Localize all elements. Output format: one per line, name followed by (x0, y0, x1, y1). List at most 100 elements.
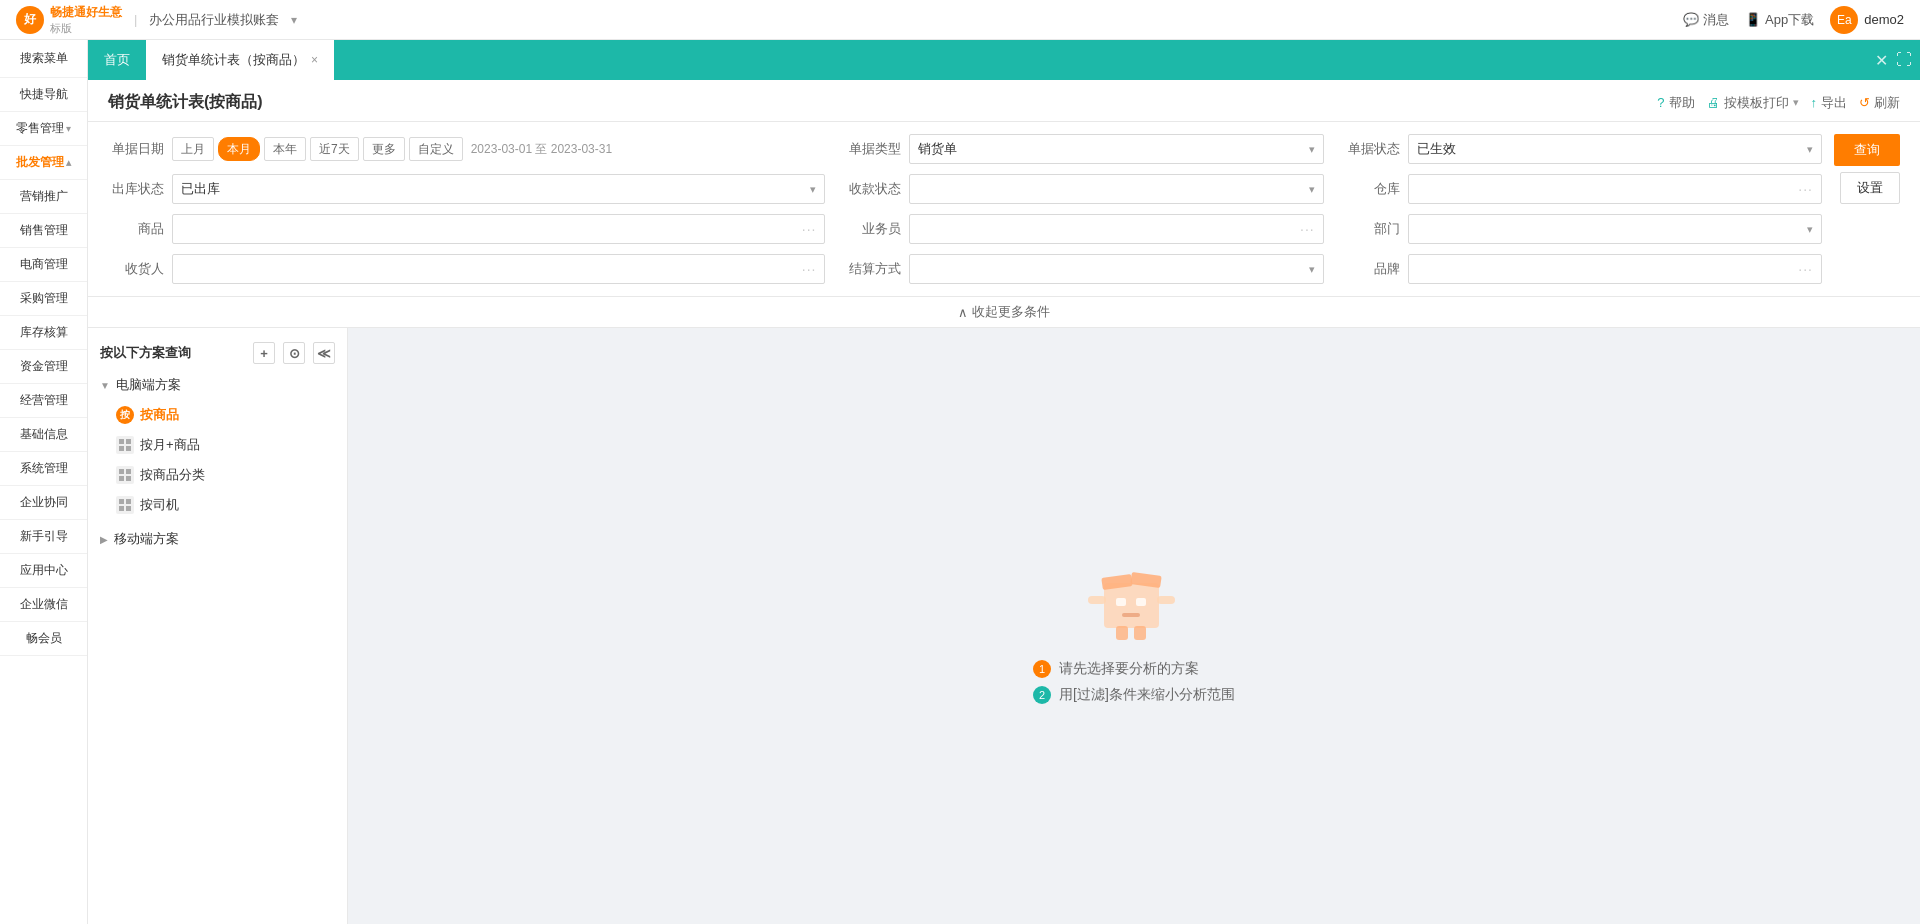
sidebar-item-inventory[interactable]: 库存核算 (0, 316, 87, 350)
setting-btn[interactable]: 设置 (1840, 172, 1900, 204)
svg-rect-21 (1134, 626, 1146, 640)
print-arrow[interactable]: ▾ (1793, 96, 1799, 109)
svg-rect-16 (1136, 598, 1146, 606)
svg-rect-20 (1116, 626, 1128, 640)
empty-hint-1: 1 请先选择要分析的方案 (1033, 660, 1235, 678)
sidebar-item-sales[interactable]: 销售管理 (0, 214, 87, 248)
group-mobile-arrow: ▶ (100, 534, 108, 545)
sidebar-item-wholesale[interactable]: 批发管理 ▴ (0, 146, 87, 180)
collapse-bar[interactable]: ∧ 收起更多条件 (88, 297, 1920, 328)
search-menu[interactable]: 搜索菜单 (0, 40, 87, 78)
sidebar-item-marketing[interactable]: 营销推广 (0, 180, 87, 214)
filter-type-select[interactable]: 销货单 ▾ (909, 134, 1323, 164)
filter-warehouse: 仓库 ··· (1344, 174, 1822, 204)
svg-rect-12 (1104, 583, 1159, 628)
filter-receiver-input[interactable]: ··· (172, 254, 825, 284)
scheme-item-by-goods[interactable]: 按 按商品 (88, 400, 347, 430)
scheme-item-by-category[interactable]: 按商品分类 (88, 460, 347, 490)
add-scheme-btn[interactable]: + (253, 342, 275, 364)
sidebar-item-newguide[interactable]: 新手引导 (0, 520, 87, 554)
svg-rect-0 (119, 439, 124, 444)
filter-outstock-select[interactable]: 已出库 ▾ (172, 174, 825, 204)
date-btn-group: 上月 本月 本年 近7天 更多 自定义 (172, 137, 463, 161)
tab-active[interactable]: 销货单统计表（按商品） × (146, 40, 334, 80)
scheme-group-desktop-header[interactable]: ▼ 电脑端方案 (88, 370, 347, 400)
left-panel-header: 按以下方案查询 + ⊙ ≪ (88, 336, 347, 370)
collapse-panel-btn[interactable]: ≪ (313, 342, 335, 364)
scheme-group-mobile: ▶ 移动端方案 (88, 524, 347, 554)
filter-row-4: 收货人 ··· 结算方式 ▾ (108, 254, 1822, 284)
date-btn-lastmonth[interactable]: 上月 (172, 137, 214, 161)
print-btn[interactable]: 🖨 按模板打印 ▾ (1707, 94, 1799, 112)
svg-rect-5 (126, 469, 131, 474)
sidebar-item-purchase[interactable]: 采购管理 (0, 282, 87, 316)
filter-dept-select[interactable]: ▾ (1408, 214, 1822, 244)
msg-btn[interactable]: 💬 消息 (1683, 11, 1729, 29)
filter-collect-select[interactable]: ▾ (909, 174, 1323, 204)
left-panel: 按以下方案查询 + ⊙ ≪ ▼ 电脑端方案 (88, 328, 348, 924)
date-btn-7days[interactable]: 近7天 (310, 137, 359, 161)
filter-salesman: 业务员 ··· (845, 214, 1323, 244)
filter-outstock: 出库状态 已出库 ▾ (108, 174, 825, 204)
sidebar-item-ecommerce[interactable]: 电商管理 (0, 248, 87, 282)
sidebar-item-retail[interactable]: 零售管理 ▾ (0, 112, 87, 146)
warehouse-dots-icon: ··· (1798, 181, 1813, 197)
top-bar: 好 畅捷通好生意 标版 | 办公用品行业模拟账套 ▾ 💬 消息 📱 App下载 … (0, 0, 1920, 40)
user-area[interactable]: Ea demo2 (1830, 6, 1904, 34)
date-btn-more[interactable]: 更多 (363, 137, 405, 161)
filters-col: 单据日期 上月 本月 本年 近7天 更多 自定义 2023-03-01 至 20… (108, 134, 1822, 284)
sidebar-item-system[interactable]: 系统管理 (0, 452, 87, 486)
left-panel-icons: + ⊙ ≪ (253, 342, 335, 364)
sidebar-item-management[interactable]: 经营管理 (0, 384, 87, 418)
tab-bar: 首页 销货单统计表（按商品） × ✕ ⛶ (88, 40, 1920, 80)
tab-close-btn[interactable]: × (311, 53, 318, 67)
svg-rect-9 (126, 499, 131, 504)
sidebar-item-collab[interactable]: 企业协同 (0, 486, 87, 520)
refresh-btn[interactable]: ↺ 刷新 (1859, 94, 1900, 112)
tab-home[interactable]: 首页 (88, 40, 146, 80)
date-btn-thismonth[interactable]: 本月 (218, 137, 260, 161)
filter-settle-select[interactable]: ▾ (909, 254, 1323, 284)
sidebar-item-basic[interactable]: 基础信息 (0, 418, 87, 452)
filter-row-2: 出库状态 已出库 ▾ 收款状态 (108, 174, 1822, 204)
sidebar-item-wxwork[interactable]: 企业微信 (0, 588, 87, 622)
app-name-arrow[interactable]: ▾ (291, 13, 297, 27)
filter-row-3: 商品 ··· 业务员 ··· (108, 214, 1822, 244)
scheme-item-by-month-goods[interactable]: 按月+商品 (88, 430, 347, 460)
export-btn[interactable]: ↑ 导出 (1811, 94, 1848, 112)
edit-scheme-btn[interactable]: ⊙ (283, 342, 305, 364)
scheme-item-by-driver[interactable]: 按司机 (88, 490, 347, 520)
filter-warehouse-input[interactable]: ··· (1408, 174, 1822, 204)
app-name: 办公用品行业模拟账套 (149, 11, 279, 29)
filter-salesman-input[interactable]: ··· (909, 214, 1323, 244)
date-btn-thisyear[interactable]: 本年 (264, 137, 306, 161)
filter-brand-input[interactable]: ··· (1408, 254, 1822, 284)
sidebar-item-appcenter[interactable]: 应用中心 (0, 554, 87, 588)
sidebar-item-finance[interactable]: 资金管理 (0, 350, 87, 384)
date-btn-custom[interactable]: 自定义 (409, 137, 463, 161)
sidebar-item-member[interactable]: 畅会员 (0, 622, 87, 656)
quick-nav[interactable]: 快捷导航 (0, 78, 87, 112)
filter-actions: 查询 设置 (1822, 134, 1900, 284)
avatar: Ea (1830, 6, 1858, 34)
tab-close-all-btn[interactable]: ✕ (1875, 51, 1888, 70)
wholesale-arrow: ▴ (66, 157, 71, 168)
scheme-group-mobile-header[interactable]: ▶ 移动端方案 (88, 524, 347, 554)
filter-status: 单据状态 已生效 ▾ (1344, 134, 1822, 164)
tab-bar-controls: ✕ ⛶ (1875, 51, 1920, 70)
scheme-goods-icon: 按 (116, 406, 134, 424)
dept-arrow-icon: ▾ (1807, 223, 1813, 236)
query-btn[interactable]: 查询 (1834, 134, 1900, 166)
receiver-dots-icon: ··· (802, 261, 817, 277)
app-download-btn[interactable]: 📱 App下载 (1745, 11, 1814, 29)
salesman-dots-icon: ··· (1300, 221, 1315, 237)
help-btn[interactable]: ? 帮助 (1657, 94, 1694, 112)
filter-status-select[interactable]: 已生效 ▾ (1408, 134, 1822, 164)
tab-maximize-btn[interactable]: ⛶ (1896, 51, 1912, 69)
filter-date: 单据日期 上月 本月 本年 近7天 更多 自定义 2023-03-01 至 20… (108, 137, 825, 161)
retail-arrow: ▾ (66, 123, 71, 134)
filter-row-1: 单据日期 上月 本月 本年 近7天 更多 自定义 2023-03-01 至 20… (108, 134, 1822, 164)
filter-goods-input[interactable]: ··· (172, 214, 825, 244)
type-arrow-icon: ▾ (1309, 143, 1315, 156)
help-icon: ? (1657, 95, 1664, 110)
